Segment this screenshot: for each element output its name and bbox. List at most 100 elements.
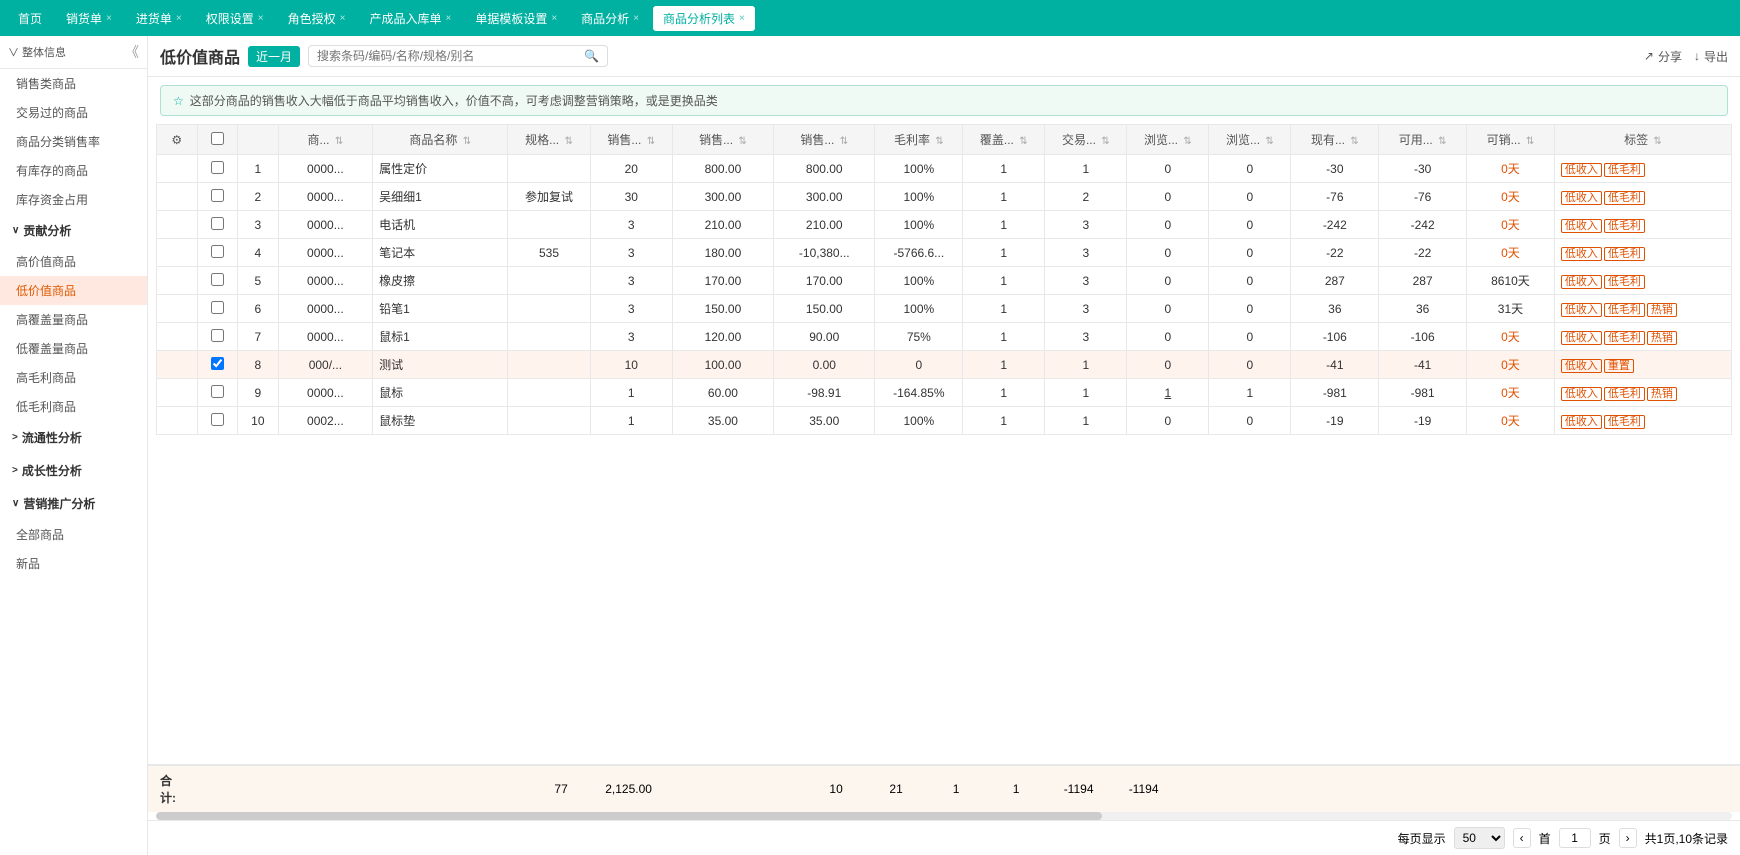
cell-current-stock: -242 — [1291, 211, 1379, 239]
row-checkbox[interactable] — [211, 273, 224, 286]
sidebar-item-traded-products[interactable]: 交易过的商品 — [0, 98, 147, 127]
row-checkbox[interactable] — [211, 357, 224, 370]
cell-browse1[interactable]: 0 — [1127, 295, 1209, 323]
th-tags[interactable]: 标签 ⇅ — [1554, 125, 1731, 155]
nav-product-analysis-list[interactable]: 商品分析列表 × — [653, 6, 755, 31]
cell-gross-margin: 0 — [875, 351, 963, 379]
th-current-stock[interactable]: 现有... ⇅ — [1291, 125, 1379, 155]
cell-gross-margin: -164.85% — [875, 379, 963, 407]
search-input[interactable] — [317, 49, 580, 63]
row-checkbox[interactable] — [211, 161, 224, 174]
cell-browse1[interactable]: 0 — [1127, 267, 1209, 295]
nav-template[interactable]: 单据模板设置 × — [465, 6, 567, 31]
cell-sales-profit: 170.00 — [774, 267, 875, 295]
cell-days: 0天 — [1467, 211, 1555, 239]
content-area: 低价值商品 近一月 🔍 ↗ 分享 ↓ 导出 ☆ 这部分商品的销售收入大幅低于商品… — [148, 36, 1740, 855]
cell-browse1[interactable]: 0 — [1127, 323, 1209, 351]
close-role-icon[interactable]: × — [340, 13, 346, 24]
th-settings[interactable]: ⚙ — [157, 125, 198, 155]
close-product-analysis-icon[interactable]: × — [633, 13, 639, 24]
sidebar-marketing-header[interactable]: ∨营销推广分析 — [0, 487, 147, 520]
row-checkbox[interactable] — [211, 245, 224, 258]
cell-trade: 3 — [1045, 295, 1127, 323]
th-sales-qty[interactable]: 销售... ⇅ — [590, 125, 672, 155]
th-name[interactable]: 商品名称 ⇅ — [373, 125, 508, 155]
nav-home[interactable]: 首页 — [8, 6, 52, 31]
cell-settings — [157, 155, 198, 183]
cell-coverage: 1 — [963, 239, 1045, 267]
close-template-icon[interactable]: × — [551, 13, 557, 24]
sidebar-item-low-margin[interactable]: 低毛利商品 — [0, 392, 147, 421]
last-page-btn[interactable]: › — [1619, 828, 1637, 848]
th-num — [238, 125, 279, 155]
cell-sales-amount: 100.00 — [672, 351, 773, 379]
cell-browse1[interactable]: 0 — [1127, 407, 1209, 435]
page-number-input[interactable] — [1559, 828, 1591, 848]
th-available[interactable]: 可用... ⇅ — [1379, 125, 1467, 155]
period-tag-btn[interactable]: 近一月 — [248, 46, 300, 67]
cell-browse2: 0 — [1209, 211, 1291, 239]
cell-browse1[interactable]: 0 — [1127, 211, 1209, 239]
share-button[interactable]: ↗ 分享 — [1644, 48, 1682, 65]
select-all-checkbox[interactable] — [211, 132, 224, 145]
cell-sales-qty: 3 — [590, 323, 672, 351]
row-checkbox[interactable] — [211, 329, 224, 342]
row-checkbox[interactable] — [211, 301, 224, 314]
sidebar-growth-header[interactable]: >成长性分析 — [0, 454, 147, 487]
th-sellable[interactable]: 可销... ⇅ — [1467, 125, 1555, 155]
cell-spec — [508, 351, 590, 379]
nav-role[interactable]: 角色授权 × — [278, 6, 356, 31]
sidebar-item-stock-capital[interactable]: 库存资金占用 — [0, 185, 147, 214]
close-permission-icon[interactable]: × — [258, 13, 264, 24]
search-icon[interactable]: 🔍 — [584, 49, 599, 63]
th-browse1[interactable]: 浏览... ⇅ — [1127, 125, 1209, 155]
th-sales-amount[interactable]: 销售... ⇅ — [672, 125, 773, 155]
sidebar-circulation-header[interactable]: >流通性分析 — [0, 421, 147, 454]
cell-num: 5 — [238, 267, 279, 295]
th-trade[interactable]: 交易... ⇅ — [1045, 125, 1127, 155]
sidebar-item-low-value[interactable]: 低价值商品 — [0, 276, 147, 305]
nav-purchase-order[interactable]: 进货单 × — [126, 6, 192, 31]
sidebar-item-stock-products[interactable]: 有库存的商品 — [0, 156, 147, 185]
nav-product-analysis[interactable]: 商品分析 × — [571, 6, 649, 31]
first-page-btn[interactable]: ‹ — [1513, 828, 1531, 848]
cell-browse1[interactable]: 0 — [1127, 351, 1209, 379]
cell-browse1[interactable]: 1 — [1127, 379, 1209, 407]
per-page-select[interactable]: 50 100 200 — [1454, 827, 1505, 849]
th-gross-margin[interactable]: 毛利率 ⇅ — [875, 125, 963, 155]
sidebar-item-category-sales-rate[interactable]: 商品分类销售率 — [0, 127, 147, 156]
th-coverage[interactable]: 覆盖... ⇅ — [963, 125, 1045, 155]
close-product-inbound-icon[interactable]: × — [445, 13, 451, 24]
sidebar-collapse-btn[interactable]: 《 — [125, 42, 139, 62]
th-sales-profit[interactable]: 销售... ⇅ — [774, 125, 875, 155]
row-checkbox[interactable] — [211, 385, 224, 398]
row-checkbox[interactable] — [211, 217, 224, 230]
sidebar-item-all-products[interactable]: 全部商品 — [0, 520, 147, 549]
sidebar-item-high-value[interactable]: 高价值商品 — [0, 247, 147, 276]
product-table: ⚙ 商... ⇅ 商品名称 ⇅ 规格... ⇅ 销售... ⇅ 销售... ⇅ … — [156, 124, 1732, 435]
cell-browse1[interactable]: 0 — [1127, 155, 1209, 183]
cell-available: 287 — [1379, 267, 1467, 295]
export-button[interactable]: ↓ 导出 — [1694, 48, 1728, 65]
nav-product-inbound[interactable]: 产成品入库单 × — [359, 6, 461, 31]
sidebar-item-sales-products[interactable]: 销售类商品 — [0, 69, 147, 98]
close-sales-order-icon[interactable]: × — [106, 13, 112, 24]
sidebar-item-low-coverage[interactable]: 低覆盖量商品 — [0, 334, 147, 363]
row-checkbox[interactable] — [211, 189, 224, 202]
sidebar-item-new-products[interactable]: 新品 — [0, 549, 147, 578]
sidebar-item-high-margin[interactable]: 高毛利商品 — [0, 363, 147, 392]
cell-code: 0000... — [278, 267, 373, 295]
th-spec[interactable]: 规格... ⇅ — [508, 125, 590, 155]
sidebar-item-high-coverage[interactable]: 高覆盖量商品 — [0, 305, 147, 334]
cell-browse1[interactable]: 0 — [1127, 239, 1209, 267]
close-product-analysis-list-icon[interactable]: × — [739, 13, 745, 24]
nav-sales-order[interactable]: 销货单 × — [56, 6, 122, 31]
nav-permission[interactable]: 权限设置 × — [196, 6, 274, 31]
cell-num: 9 — [238, 379, 279, 407]
cell-browse1[interactable]: 0 — [1127, 183, 1209, 211]
th-code[interactable]: 商... ⇅ — [278, 125, 373, 155]
close-purchase-order-icon[interactable]: × — [176, 13, 182, 24]
th-browse2[interactable]: 浏览... ⇅ — [1209, 125, 1291, 155]
sidebar-contribution-header[interactable]: ∨贡献分析 — [0, 214, 147, 247]
row-checkbox[interactable] — [211, 413, 224, 426]
